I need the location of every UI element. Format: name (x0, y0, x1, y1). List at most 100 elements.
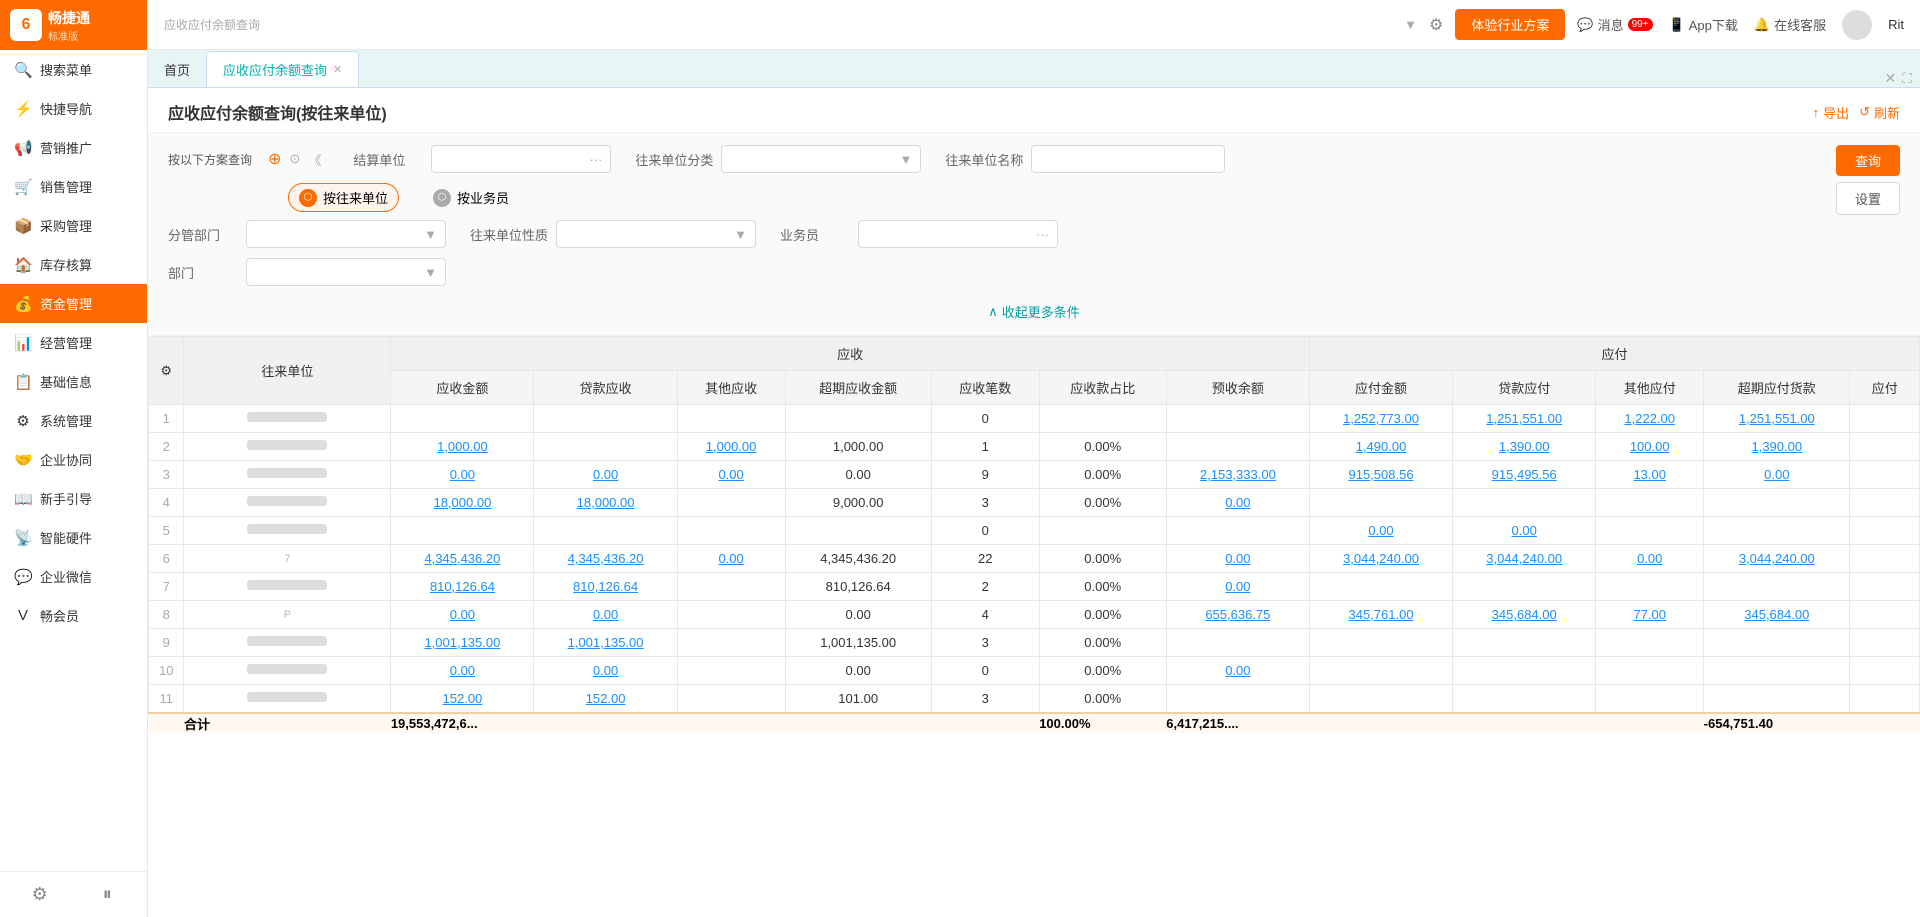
gear-icon[interactable]: ⚙ (1429, 15, 1443, 35)
cell-link[interactable]: 1,222.00 (1596, 405, 1704, 433)
cell-link[interactable]: 810,126.64 (391, 573, 534, 601)
sidebar-item-1[interactable]: ⚡快捷导航 (0, 89, 147, 128)
cell-link[interactable]: 2,153,333.00 (1166, 461, 1309, 489)
cell-link[interactable]: 3,044,240.00 (1453, 545, 1596, 573)
dept-select[interactable]: ▼ (246, 258, 446, 286)
cell-link[interactable]: 1,000.00 (677, 433, 785, 461)
cell-link[interactable]: 3,044,240.00 (1309, 545, 1452, 573)
footer-ar-amount[interactable]: 19,553,472,6... (391, 713, 534, 733)
supervisor-dept-select[interactable]: ▼ (246, 220, 446, 248)
chevron-down-icon[interactable]: ▼ (1404, 17, 1417, 32)
cell-link[interactable]: 1,390.00 (1704, 433, 1850, 461)
collapse-btn[interactable]: ⏸ (76, 880, 140, 909)
avatar[interactable] (1842, 10, 1872, 40)
settings-bottom-btn[interactable]: ⚙ (8, 880, 72, 909)
cell-link[interactable]: 345,684.00 (1704, 601, 1850, 629)
cell-link[interactable]: 0.00 (677, 461, 785, 489)
cell-link[interactable]: 4,345,436.20 (391, 545, 534, 573)
sidebar-item-12[interactable]: 📡智能硬件 (0, 518, 147, 557)
window-maximize-icon[interactable]: ⛶ (1902, 70, 1912, 87)
add-icon[interactable]: ⊕ (268, 149, 281, 169)
app-download-action[interactable]: 📱 App下载 (1669, 15, 1738, 34)
cell-link[interactable]: 1,490.00 (1309, 433, 1452, 461)
partner-category-select[interactable]: ▼ (721, 145, 921, 173)
cell-link[interactable]: 345,761.00 (1309, 601, 1452, 629)
collapse-left-icon[interactable]: 《 (308, 150, 321, 169)
refresh-btn[interactable]: ↺ 刷新 (1859, 103, 1900, 122)
salesperson-input[interactable]: ··· (858, 220, 1058, 248)
setting-btn[interactable]: 设置 (1836, 182, 1900, 215)
cell-link[interactable]: 100.00 (1596, 433, 1704, 461)
cell-link[interactable]: 0.00 (1166, 573, 1309, 601)
cell-link[interactable]: 152.00 (534, 685, 677, 714)
query-type-salesperson-label: 按业务员 (457, 188, 509, 207)
cell-link[interactable]: 345,684.00 (1453, 601, 1596, 629)
footer-ar-prepay[interactable]: 6,417,215.... (1166, 713, 1309, 733)
cell-link[interactable]: 13.00 (1596, 461, 1704, 489)
sidebar-item-2[interactable]: 📢营销推广 (0, 128, 147, 167)
cell-link[interactable]: 77.00 (1596, 601, 1704, 629)
export-btn[interactable]: ↑ 导出 (1813, 103, 1850, 122)
cell-link[interactable]: 18,000.00 (391, 489, 534, 517)
cell-link[interactable]: 915,495.56 (1453, 461, 1596, 489)
collapse-more-btn[interactable]: ∧ 收起更多条件 (168, 296, 1900, 323)
cell-link[interactable]: 0.00 (1453, 517, 1596, 545)
cell-link[interactable]: 4,345,436.20 (534, 545, 677, 573)
sidebar-item-5[interactable]: 🏠库存核算 (0, 245, 147, 284)
query-type-partner[interactable]: ⬡ 按往来单位 (288, 183, 399, 212)
cell-link[interactable]: 0.00 (1166, 657, 1309, 685)
cell-link[interactable]: 0.00 (391, 657, 534, 685)
sidebar-item-0[interactable]: 🔍搜索菜单 (0, 50, 147, 89)
sidebar-item-9[interactable]: ⚙系统管理 (0, 401, 147, 440)
cell-link[interactable]: 0.00 (391, 601, 534, 629)
partner-name-input[interactable] (1031, 145, 1225, 173)
cell-link[interactable]: 18,000.00 (534, 489, 677, 517)
sidebar-item-4[interactable]: 📦采购管理 (0, 206, 147, 245)
sidebar-item-3[interactable]: 🛒销售管理 (0, 167, 147, 206)
messages-action[interactable]: 💬 消息 99+ (1577, 15, 1652, 34)
tab-home[interactable]: 首页 (148, 52, 206, 87)
cell-link[interactable]: 0.00 (391, 461, 534, 489)
cell-link[interactable]: 1,001,135.00 (534, 629, 677, 657)
cell-link[interactable]: 0.00 (534, 461, 677, 489)
industry-btn[interactable]: 体验行业方案 (1455, 9, 1565, 40)
cell-link[interactable]: 0.00 (534, 657, 677, 685)
cell-link[interactable]: 810,126.64 (534, 573, 677, 601)
cell-link[interactable]: 1,001,135.00 (391, 629, 534, 657)
cell-link[interactable]: 0.00 (1704, 461, 1850, 489)
header-actions: 💬 消息 99+ 📱 App下载 🔔 在线客服 Rit (1577, 10, 1904, 40)
window-close-icon[interactable]: ✕ (1884, 70, 1896, 87)
cell-link[interactable]: 152.00 (391, 685, 534, 714)
cell-link[interactable]: 0.00 (1309, 517, 1452, 545)
tab-ar-query[interactable]: 应收应付余额查询 ✕ (206, 51, 359, 87)
cell-link[interactable]: 1,390.00 (1453, 433, 1596, 461)
cell-link[interactable]: 3,044,240.00 (1704, 545, 1850, 573)
cell-link[interactable]: 0.00 (1596, 545, 1704, 573)
user-name[interactable]: Rit (1888, 17, 1904, 32)
tab-close-icon[interactable]: ✕ (333, 63, 342, 76)
sidebar-item-7[interactable]: 📊经营管理 (0, 323, 147, 362)
online-service-action[interactable]: 🔔 在线客服 (1754, 15, 1826, 34)
sidebar-item-10[interactable]: 🤝企业协同 (0, 440, 147, 479)
cell-link[interactable]: 0.00 (534, 601, 677, 629)
cell-link[interactable]: 0.00 (1166, 489, 1309, 517)
partner-nature-select[interactable]: ▼ (556, 220, 756, 248)
cell-link[interactable]: 1,251,551.00 (1704, 405, 1850, 433)
cell-link[interactable]: 1,251,551.00 (1453, 405, 1596, 433)
cell-link[interactable]: 655,636.75 (1166, 601, 1309, 629)
settings-icon[interactable]: ⊙ (289, 151, 300, 167)
settlement-unit-input[interactable]: ··· (431, 145, 611, 173)
sidebar-item-6[interactable]: 💰资金管理 (0, 284, 147, 323)
sidebar-item-8[interactable]: 📋基础信息 (0, 362, 147, 401)
query-type-salesperson[interactable]: ⬡ 按业务员 (423, 184, 519, 211)
col-settings[interactable]: ⚙ (149, 337, 184, 405)
cell-link[interactable]: 915,508.56 (1309, 461, 1452, 489)
sidebar-item-14[interactable]: V畅会员 (0, 596, 147, 635)
cell-link[interactable]: 1,000.00 (391, 433, 534, 461)
cell-link[interactable]: 1,252,773.00 (1309, 405, 1452, 433)
cell-link[interactable]: 0.00 (677, 545, 785, 573)
cell-link[interactable]: 0.00 (1166, 545, 1309, 573)
query-btn[interactable]: 查询 (1836, 145, 1900, 176)
sidebar-item-11[interactable]: 📖新手引导 (0, 479, 147, 518)
sidebar-item-13[interactable]: 💬企业微信 (0, 557, 147, 596)
